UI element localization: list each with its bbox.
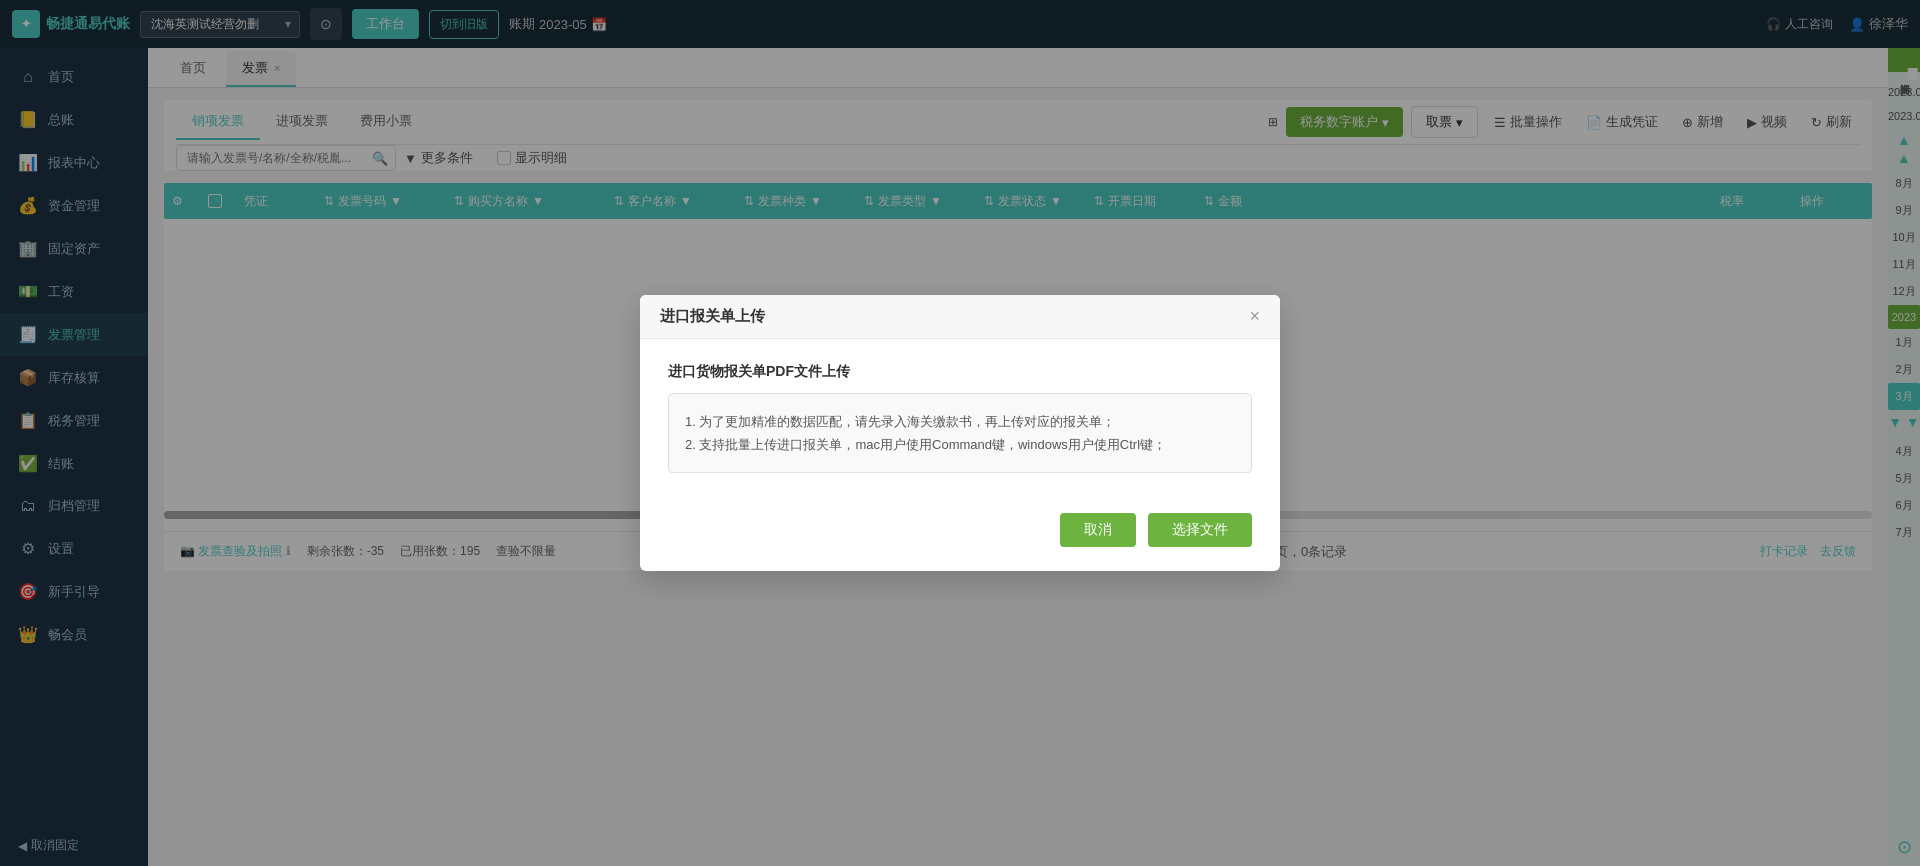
modal-section-title: 进口货物报关单PDF文件上传 — [668, 363, 1252, 381]
modal-info-box: 1. 为了更加精准的数据匹配，请先录入海关缴款书，再上传对应的报关单； 2. 支… — [668, 393, 1252, 474]
modal-select-file-button[interactable]: 选择文件 — [1148, 513, 1252, 547]
modal-body: 进口货物报关单PDF文件上传 1. 为了更加精准的数据匹配，请先录入海关缴款书，… — [640, 339, 1280, 498]
modal-close-button[interactable]: × — [1249, 307, 1260, 325]
modal-footer: 取消 选择文件 — [640, 497, 1280, 571]
modal-title: 进口报关单上传 — [660, 307, 765, 326]
modal-overlay[interactable]: 进口报关单上传 × 进口货物报关单PDF文件上传 1. 为了更加精准的数据匹配，… — [0, 0, 1920, 866]
modal-header: 进口报关单上传 × — [640, 295, 1280, 339]
modal-info-item-2: 2. 支持批量上传进口报关单，mac用户使用Command键，windows用户… — [685, 433, 1235, 456]
modal-cancel-button[interactable]: 取消 — [1060, 513, 1136, 547]
modal-info-item-1: 1. 为了更加精准的数据匹配，请先录入海关缴款书，再上传对应的报关单； — [685, 410, 1235, 433]
import-customs-modal: 进口报关单上传 × 进口货物报关单PDF文件上传 1. 为了更加精准的数据匹配，… — [640, 295, 1280, 572]
